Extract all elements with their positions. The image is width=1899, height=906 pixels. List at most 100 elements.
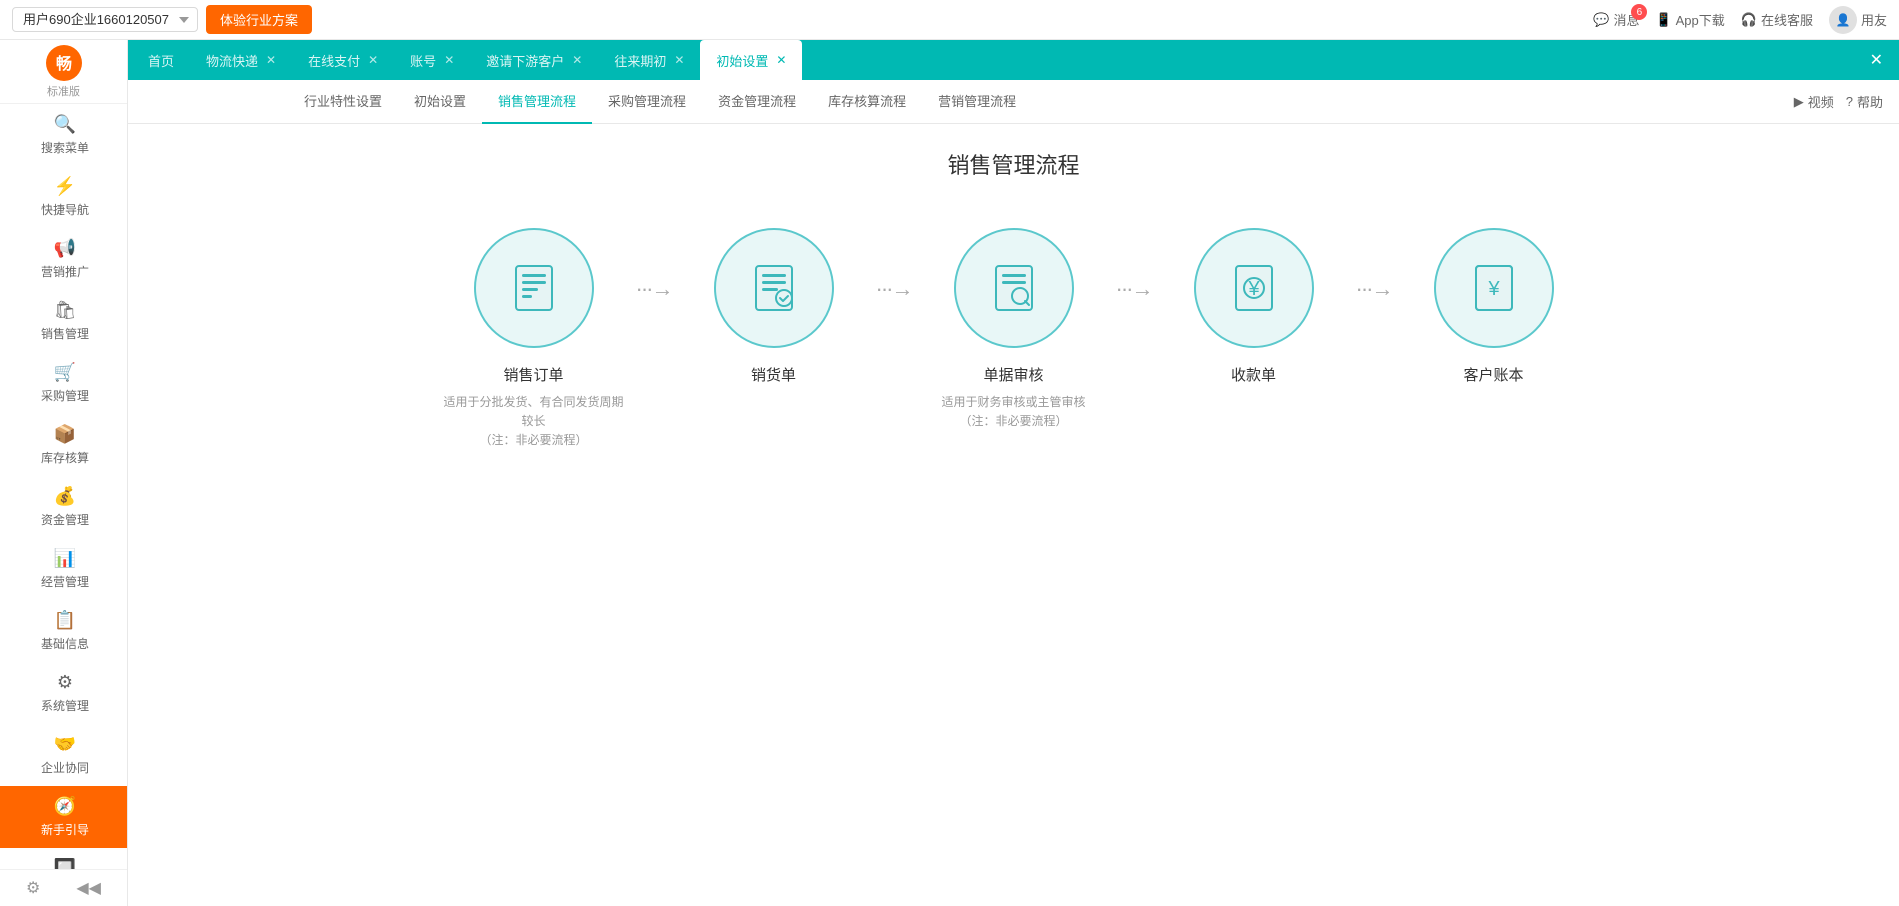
sub-tabs: 行业特性设置初始设置销售管理流程采购管理流程资金管理流程库存核算流程营销管理流程…	[128, 80, 1899, 124]
flow-step-name-sales-delivery: 销货单	[751, 364, 796, 385]
tab-邀请下游客户[interactable]: 邀请下游客户 ✕	[470, 40, 598, 80]
nav-icon-search: 🔍	[54, 114, 76, 135]
sidebar-item-purchase[interactable]: 🛒采购管理	[0, 352, 127, 414]
tab-label: 邀请下游客户	[486, 51, 564, 70]
tab-首页[interactable]: 首页	[132, 40, 190, 80]
sidebar-item-guide[interactable]: 🧭 新手引导	[0, 786, 127, 848]
flow-arrow-3: ···→	[1344, 228, 1404, 302]
tab-账号[interactable]: 账号 ✕	[394, 40, 470, 80]
video-link[interactable]: ▶ 视频	[1794, 92, 1834, 111]
tab-close-icon[interactable]: ✕	[266, 53, 276, 67]
flow-step-account: ¥ 客户账本	[1404, 228, 1584, 393]
flow-step-sales-order: 销售订单适用于分批发货、有合同发货周期较长 （注：非必要流程）	[444, 228, 624, 451]
sub-tab-库存核算流程[interactable]: 库存核算流程	[812, 80, 922, 124]
sidebar-item-inventory[interactable]: 📦库存核算	[0, 414, 127, 476]
sidebar-item-finance[interactable]: 💰资金管理	[0, 476, 127, 538]
avatar: 👤	[1829, 6, 1857, 34]
nav-icon-purchase: 🛒	[54, 362, 76, 383]
flow-arrow-1: ···→	[864, 228, 924, 302]
tab-close-icon[interactable]: ✕	[776, 53, 786, 67]
message-badge: 6	[1631, 4, 1647, 20]
tab-往来期初[interactable]: 往来期初 ✕	[598, 40, 700, 80]
sidebar-item-appcenter[interactable]: 🔲应用中心	[0, 848, 127, 869]
tab-close-icon[interactable]: ✕	[674, 53, 684, 67]
flow-step-desc-audit: 适用于财务审核或主管审核 （注：非必要流程）	[941, 393, 1085, 431]
flow-circle-account[interactable]: ¥	[1434, 228, 1554, 348]
nav-icon-system: ⚙	[57, 672, 73, 693]
settings-icon[interactable]: ⚙	[26, 878, 40, 898]
download-icon: 📱	[1655, 12, 1671, 28]
tab-label: 物流快递	[206, 51, 258, 70]
sidebar: 畅 标准版 🔍搜索菜单⚡快捷导航 📢 营销推广 🛍销售管理🛒采购管理📦库存核算💰资金管…	[0, 40, 128, 906]
sidebar-logo: 畅 标准版	[0, 40, 127, 104]
sub-tab-初始设置[interactable]: 初始设置	[398, 80, 482, 124]
flow-step-desc-sales-order: 适用于分批发货、有合同发货周期较长 （注：非必要流程）	[444, 393, 624, 451]
tab-nav-close[interactable]: ✕	[1858, 50, 1895, 70]
sidebar-item-sales[interactable]: 🛍销售管理	[0, 290, 127, 352]
sidebar-item-basic[interactable]: 📋基础信息	[0, 600, 127, 662]
tab-close-icon[interactable]: ✕	[572, 53, 582, 67]
nav-icon-marketing: 📢	[54, 238, 76, 259]
nav-icon-enterprise: 🤝	[54, 734, 76, 755]
user-menu[interactable]: 👤 用友	[1829, 6, 1887, 34]
sidebar-label-guide: 新手引导	[41, 821, 89, 838]
message-button[interactable]: 💬 消息 6	[1593, 10, 1639, 29]
flow-circle-audit[interactable]	[954, 228, 1074, 348]
app-download-button[interactable]: 📱 App下载	[1655, 10, 1724, 29]
sidebar-item-quicknav[interactable]: ⚡快捷导航	[0, 166, 127, 228]
sub-tab-资金管理流程[interactable]: 资金管理流程	[702, 80, 812, 124]
flow-circle-receipt[interactable]: ¥	[1194, 228, 1314, 348]
tab-初始设置[interactable]: 初始设置 ✕	[700, 40, 802, 80]
headset-icon: 🎧	[1741, 12, 1757, 28]
flow-step-sales-delivery: 销货单	[684, 228, 864, 393]
user-select[interactable]: 用户690企业1660120507	[12, 7, 198, 32]
top-bar-right: 💬 消息 6 📱 App下载 🎧 在线客服 👤 用友	[1593, 6, 1887, 34]
sidebar-item-system[interactable]: ⚙系统管理	[0, 662, 127, 724]
sidebar-label-enterprise: 企业协同	[41, 759, 89, 776]
flow-circle-sales-order[interactable]	[474, 228, 594, 348]
nav-icon-inventory: 📦	[54, 424, 76, 445]
sidebar-item-enterprise[interactable]: 🤝 企业协同	[0, 724, 127, 786]
tab-nav: 首页物流快递✕在线支付✕账号✕邀请下游客户✕往来期初✕初始设置✕✕	[128, 40, 1899, 80]
sidebar-bottom: ⚙ ◀◀	[0, 869, 127, 906]
nav-icon-finance: 💰	[54, 486, 76, 507]
svg-text:畅: 畅	[55, 54, 71, 73]
sub-tab-营销管理流程[interactable]: 营销管理流程	[922, 80, 1032, 124]
top-bar-left: 用户690企业1660120507 体验行业方案	[12, 5, 312, 34]
flow-arrow-2: ···→	[1104, 228, 1164, 302]
logo-subtitle: 标准版	[47, 83, 80, 99]
tab-label: 初始设置	[716, 51, 768, 70]
nav-icon-guide: 🧭	[54, 796, 76, 817]
nav-icon-basic: 📋	[54, 610, 76, 631]
flow-arrow-0: ···→	[624, 228, 684, 302]
tab-close-icon[interactable]: ✕	[368, 53, 378, 67]
collapse-icon[interactable]: ◀◀	[76, 878, 101, 898]
tab-close-icon[interactable]: ✕	[444, 53, 454, 67]
page-title: 销售管理流程	[152, 148, 1875, 180]
nav-icon-operation: 📊	[54, 548, 76, 569]
sub-tab-采购管理流程[interactable]: 采购管理流程	[592, 80, 702, 124]
sidebar-label-marketing: 营销推广	[41, 263, 89, 280]
experience-button[interactable]: 体验行业方案	[206, 5, 312, 34]
sub-tab-销售管理流程[interactable]: 销售管理流程	[482, 80, 592, 124]
flow-step-name-account: 客户账本	[1463, 364, 1523, 385]
tab-物流快递[interactable]: 物流快递 ✕	[190, 40, 292, 80]
sub-tab-行业特性设置[interactable]: 行业特性设置	[288, 80, 398, 124]
tab-在线支付[interactable]: 在线支付✕	[292, 40, 394, 80]
tab-label: 往来期初	[614, 51, 666, 70]
sidebar-nav: 🔍搜索菜单⚡快捷导航 📢 营销推广 🛍销售管理🛒采购管理📦库存核算💰资金管理 📊 经营管理…	[0, 104, 127, 869]
content-area: 首页物流快递✕在线支付✕账号✕邀请下游客户✕往来期初✕初始设置✕✕ 行业特性设置…	[128, 40, 1899, 906]
help-link[interactable]: ? 帮助	[1846, 92, 1883, 111]
flow-circle-sales-delivery[interactable]	[714, 228, 834, 348]
page-content: 销售管理流程 销售订单适用于分批发货、有合同发货周期较长 （注：非必要流程）··…	[128, 124, 1899, 906]
sidebar-item-operation[interactable]: 📊 经营管理	[0, 538, 127, 600]
tab-label: 账号	[410, 51, 436, 70]
flow-step-name-receipt: 收款单	[1231, 364, 1276, 385]
sidebar-item-search[interactable]: 🔍搜索菜单	[0, 104, 127, 166]
nav-icon-appcenter: 🔲	[54, 858, 76, 869]
sidebar-item-marketing[interactable]: 📢 营销推广	[0, 228, 127, 290]
online-service-button[interactable]: 🎧 在线客服	[1741, 10, 1813, 29]
top-bar: 用户690企业1660120507 体验行业方案 💬 消息 6 📱 App下载 …	[0, 0, 1899, 40]
sidebar-label-operation: 经营管理	[41, 573, 89, 590]
video-icon: ▶	[1794, 94, 1804, 110]
